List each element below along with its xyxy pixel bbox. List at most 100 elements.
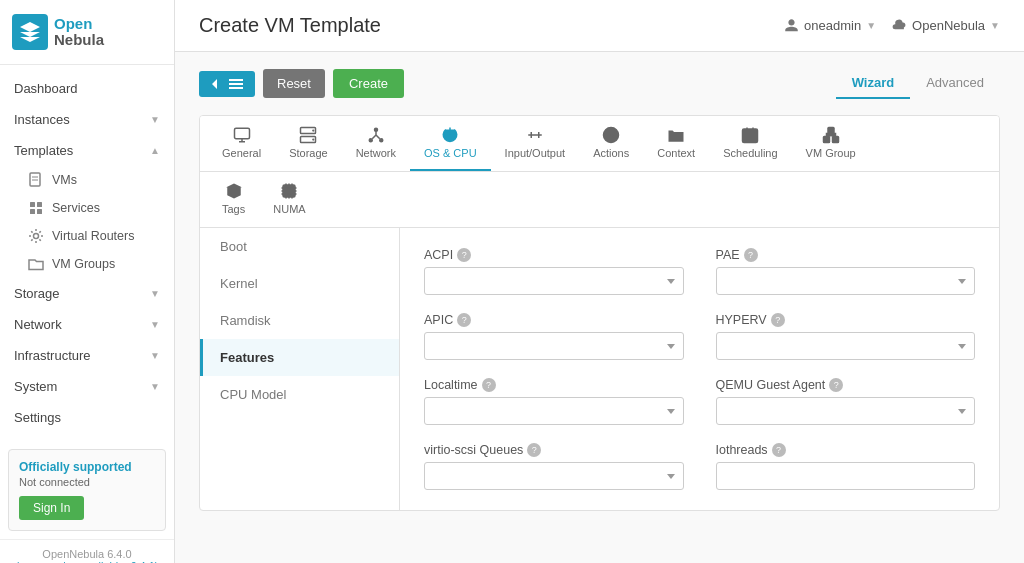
tab-scheduling[interactable]: Scheduling — [709, 116, 791, 171]
tab-os-cpu[interactable]: OS & CPU — [410, 116, 491, 171]
sidebar: Open Nebula Dashboard Instances ▼ Templa… — [0, 0, 175, 563]
form-group-apic: APIC ? — [424, 313, 684, 360]
folder-icon — [28, 256, 44, 272]
right-panel: ACPI ? PAE ? — [400, 228, 999, 510]
select-apic[interactable] — [424, 332, 684, 360]
svg-rect-8 — [229, 79, 243, 81]
sidebar-item-instances[interactable]: Instances ▼ — [0, 104, 174, 135]
sidebar-item-dashboard[interactable]: Dashboard — [0, 73, 174, 104]
svg-rect-10 — [229, 87, 243, 89]
cloud-chevron-icon: ▼ — [990, 20, 1000, 31]
tab-vm-group-label: VM Group — [806, 147, 856, 159]
form-group-virtio: virtio-scsi Queues ? — [424, 443, 684, 490]
form-group-pae: PAE ? — [716, 248, 976, 295]
select-localtime[interactable] — [424, 397, 684, 425]
main-body: Reset Create Wizard Advanced General Sto… — [175, 52, 1024, 563]
svg-rect-25 — [832, 137, 838, 143]
input-iothreads[interactable] — [716, 462, 976, 490]
sidebar-item-vms[interactable]: VMs — [0, 166, 174, 194]
sidebar-item-storage[interactable]: Storage ▼ — [0, 278, 174, 309]
sidebar-footer: OpenNebula 6.4.0 (new version available:… — [0, 539, 174, 563]
sidebar-item-templates[interactable]: Templates ▲ — [0, 135, 174, 166]
sidebar-label-vms: VMs — [52, 173, 77, 187]
create-button[interactable]: Create — [333, 69, 404, 98]
form-group-acpi: ACPI ? — [424, 248, 684, 295]
sidebar-item-infrastructure[interactable]: Infrastructure ▼ — [0, 340, 174, 371]
select-virtio[interactable] — [424, 462, 684, 490]
select-acpi[interactable] — [424, 267, 684, 295]
label-iothreads: Iothreads ? — [716, 443, 976, 457]
tab-numa-label: NUMA — [273, 203, 305, 215]
support-title: Officially supported — [19, 460, 155, 474]
left-panel: Boot Kernel Ramdisk Features CPU Model — [200, 228, 400, 510]
header-cloud[interactable]: OpenNebula ▼ — [892, 18, 1000, 33]
label-acpi: ACPI ? — [424, 248, 684, 262]
tab-context[interactable]: Context — [643, 116, 709, 171]
sidebar-label-network: Network — [14, 317, 62, 332]
sidebar-nav: Dashboard Instances ▼ Templates ▲ VMs Se… — [0, 65, 174, 441]
panel-item-features[interactable]: Features — [200, 339, 399, 376]
sidebar-item-system[interactable]: System ▼ — [0, 371, 174, 402]
sidebar-item-settings[interactable]: Settings — [0, 402, 174, 433]
select-pae[interactable] — [716, 267, 976, 295]
svg-point-16 — [374, 128, 377, 131]
back-button[interactable] — [199, 71, 255, 97]
tab-wizard[interactable]: Wizard — [836, 68, 911, 99]
tab-input-output-label: Input/Output — [505, 147, 566, 159]
panel-item-kernel[interactable]: Kernel — [200, 265, 399, 302]
tab-actions[interactable]: Actions — [579, 116, 643, 171]
sign-in-button[interactable]: Sign In — [19, 496, 84, 520]
support-status: Not connected — [19, 476, 155, 488]
features-form: ACPI ? PAE ? — [424, 248, 975, 490]
help-icon-acpi: ? — [457, 248, 471, 262]
user-icon — [784, 18, 799, 33]
svg-point-18 — [380, 139, 383, 142]
version-text: OpenNebula 6.4.0 — [12, 548, 162, 560]
svg-rect-5 — [30, 209, 35, 214]
sidebar-item-network[interactable]: Network ▼ — [0, 309, 174, 340]
logo: Open Nebula — [0, 0, 174, 65]
help-icon-apic: ? — [457, 313, 471, 327]
panel-item-ramdisk[interactable]: Ramdisk — [200, 302, 399, 339]
tab-tags-label: Tags — [222, 203, 245, 215]
svg-point-7 — [34, 234, 39, 239]
header-user[interactable]: oneadmin ▼ — [784, 18, 876, 33]
select-qemu[interactable] — [716, 397, 976, 425]
logo-icon — [12, 14, 48, 50]
chevron-down-icon-storage: ▼ — [150, 288, 160, 299]
puzzle-icon — [28, 200, 44, 216]
help-icon-pae: ? — [744, 248, 758, 262]
help-icon-iothreads: ? — [772, 443, 786, 457]
page-title: Create VM Template — [199, 14, 381, 37]
svg-point-21 — [747, 137, 749, 139]
select-hyperv[interactable] — [716, 332, 976, 360]
chevron-down-icon-network: ▼ — [150, 319, 160, 330]
tab-storage[interactable]: Storage — [275, 116, 342, 171]
tab-os-cpu-label: OS & CPU — [424, 147, 477, 159]
help-icon-localtime: ? — [482, 378, 496, 392]
sidebar-label-storage: Storage — [14, 286, 60, 301]
sidebar-item-virtual-routers[interactable]: Virtual Routers — [0, 222, 174, 250]
tab-tags[interactable]: Tags — [208, 172, 259, 227]
panel-item-boot[interactable]: Boot — [200, 228, 399, 265]
logo-text: Open Nebula — [54, 16, 104, 49]
sidebar-item-services[interactable]: Services — [0, 194, 174, 222]
tab-numa[interactable]: NUMA — [259, 172, 319, 227]
chevron-down-icon-infra: ▼ — [150, 350, 160, 361]
tab-network[interactable]: Network — [342, 116, 410, 171]
tab-network-label: Network — [356, 147, 396, 159]
sidebar-label-vm-groups: VM Groups — [52, 257, 115, 271]
toolbar: Reset Create Wizard Advanced — [199, 68, 1000, 99]
tab-input-output[interactable]: Input/Output — [491, 116, 580, 171]
label-pae: PAE ? — [716, 248, 976, 262]
tab-vm-group[interactable]: VM Group — [792, 116, 870, 171]
sidebar-item-vm-groups[interactable]: VM Groups — [0, 250, 174, 278]
folder-context-icon — [667, 126, 685, 144]
tab-general[interactable]: General — [208, 116, 275, 171]
panel-item-cpu-model[interactable]: CPU Model — [200, 376, 399, 413]
support-box: Officially supported Not connected Sign … — [8, 449, 166, 531]
tab-advanced[interactable]: Advanced — [910, 68, 1000, 99]
user-chevron-icon: ▼ — [866, 20, 876, 31]
sidebar-label-system: System — [14, 379, 57, 394]
reset-button[interactable]: Reset — [263, 69, 325, 98]
